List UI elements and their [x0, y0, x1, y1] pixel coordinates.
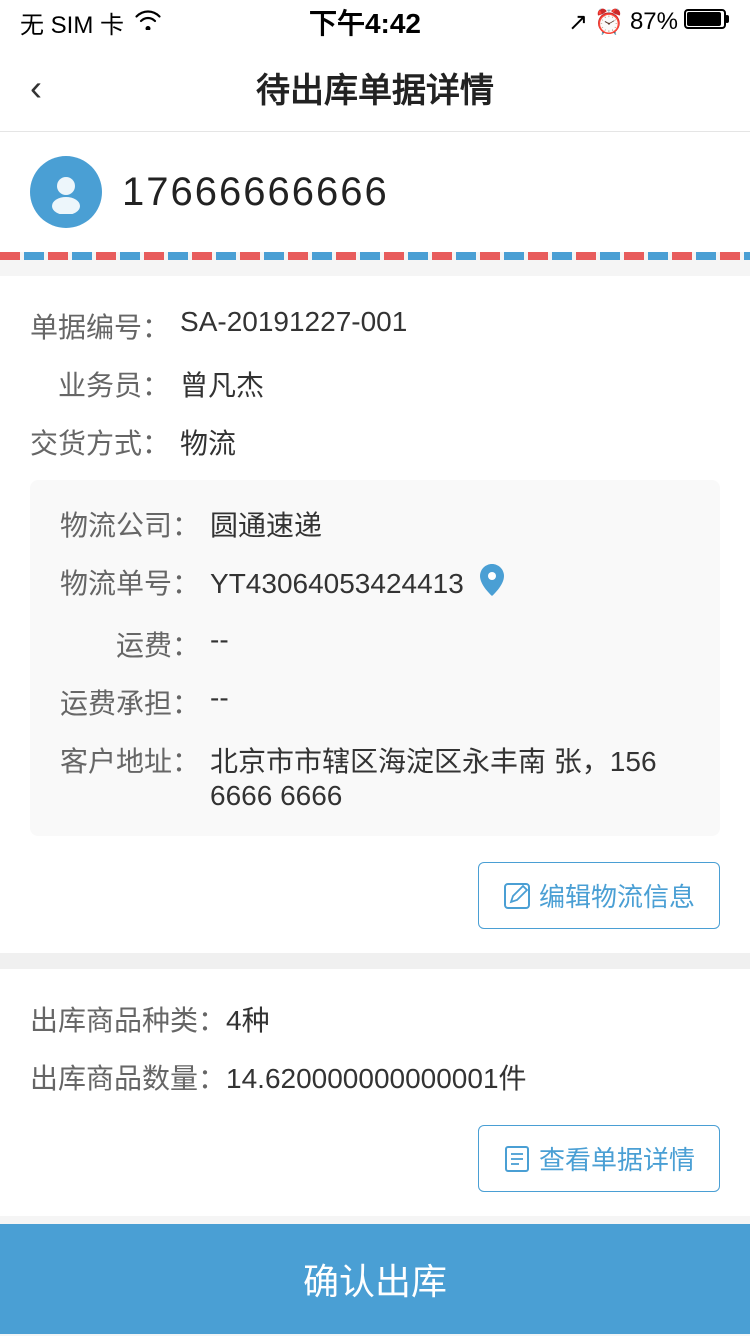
product-types-value: 4种 [226, 999, 720, 1039]
nav-bar: ‹ 待出库单据详情 [0, 44, 750, 132]
document-number-value: SA-20191227-001 [180, 306, 720, 338]
sales-person-value: 曾凡杰 [180, 364, 720, 404]
edit-icon [503, 882, 531, 910]
view-detail-button[interactable]: 查看单据详情 [478, 1125, 720, 1192]
freight-bearer-value: -- [210, 682, 690, 714]
battery-label: 87% [630, 8, 678, 36]
address-label: 客户地址： [60, 740, 200, 780]
freight-bearer-row: 运费承担： -- [60, 682, 690, 722]
tracking-number-value: YT43064053424413 [210, 562, 690, 606]
document-number-row: 单据编号： SA-20191227-001 [30, 306, 720, 346]
logistics-box: 物流公司： 圆通速递 物流单号： YT43064053424413 运费： [30, 480, 720, 836]
section-separator [0, 953, 750, 969]
sim-status: 无 SIM 卡 [20, 5, 124, 40]
product-types-label: 出库商品种类： [30, 999, 226, 1039]
product-quantity-value: 14.620000000000001件 [226, 1057, 720, 1097]
edit-logistics-button[interactable]: 编辑物流信息 [478, 862, 720, 929]
content-area: 17666666666 单据编号： SA-20191227-001 业务员： 曾… [0, 132, 750, 1336]
avatar [30, 156, 102, 228]
tracking-number-label: 物流单号： [60, 562, 200, 602]
document-number-label: 单据编号： [30, 306, 170, 346]
sales-person-row: 业务员： 曾凡杰 [30, 364, 720, 404]
logistics-company-label: 物流公司： [60, 504, 200, 544]
status-bar: 无 SIM 卡 下午4:42 ↗ ⏰ 87% [0, 0, 750, 44]
back-button[interactable]: ‹ [30, 67, 42, 109]
sales-person-label: 业务员： [30, 364, 170, 404]
customer-phone: 17666666666 [122, 170, 389, 215]
tracking-number-row: 物流单号： YT43064053424413 [60, 562, 690, 606]
freight-value: -- [210, 624, 690, 656]
freight-label: 运费： [60, 624, 200, 664]
confirm-label: 确认出库 [303, 1253, 447, 1305]
wifi-icon [134, 8, 162, 37]
address-value: 北京市市辖区海淀区永丰南 张，156 6666 6666 [210, 740, 690, 812]
logistics-company-value: 圆通速递 [210, 504, 690, 544]
product-quantity-row: 出库商品数量： 14.620000000000001件 [30, 1057, 720, 1097]
battery-icon [684, 8, 730, 37]
status-right: ↗ ⏰ 87% [568, 8, 730, 37]
logistics-company-row: 物流公司： 圆通速递 [60, 504, 690, 544]
dashed-divider [0, 252, 750, 260]
document-icon [503, 1145, 531, 1173]
product-types-row: 出库商品种类： 4种 [30, 999, 720, 1039]
confirm-button[interactable]: 确认出库 [0, 1224, 750, 1334]
location-icon[interactable] [476, 562, 508, 606]
status-time: 下午4:42 [309, 2, 421, 42]
page-title: 待出库单据详情 [256, 63, 494, 112]
status-left: 无 SIM 卡 [20, 5, 162, 40]
address-row: 客户地址： 北京市市辖区海淀区永丰南 张，156 6666 6666 [60, 740, 690, 812]
order-info-section: 单据编号： SA-20191227-001 业务员： 曾凡杰 交货方式： 物流 … [0, 276, 750, 953]
view-btn-row: 查看单据详情 [30, 1115, 720, 1196]
delivery-method-row: 交货方式： 物流 [30, 422, 720, 462]
edit-btn-row: 编辑物流信息 [30, 852, 720, 933]
delivery-method-label: 交货方式： [30, 422, 170, 462]
product-quantity-label: 出库商品数量： [30, 1057, 226, 1097]
location-status-icon: ↗ [568, 8, 588, 37]
customer-section: 17666666666 [0, 132, 750, 252]
freight-row: 运费： -- [60, 624, 690, 664]
freight-bearer-label: 运费承担： [60, 682, 200, 722]
product-section: 出库商品种类： 4种 出库商品数量： 14.620000000000001件 查… [0, 969, 750, 1216]
alarm-icon: ⏰ [594, 8, 624, 37]
delivery-method-value: 物流 [180, 422, 720, 462]
